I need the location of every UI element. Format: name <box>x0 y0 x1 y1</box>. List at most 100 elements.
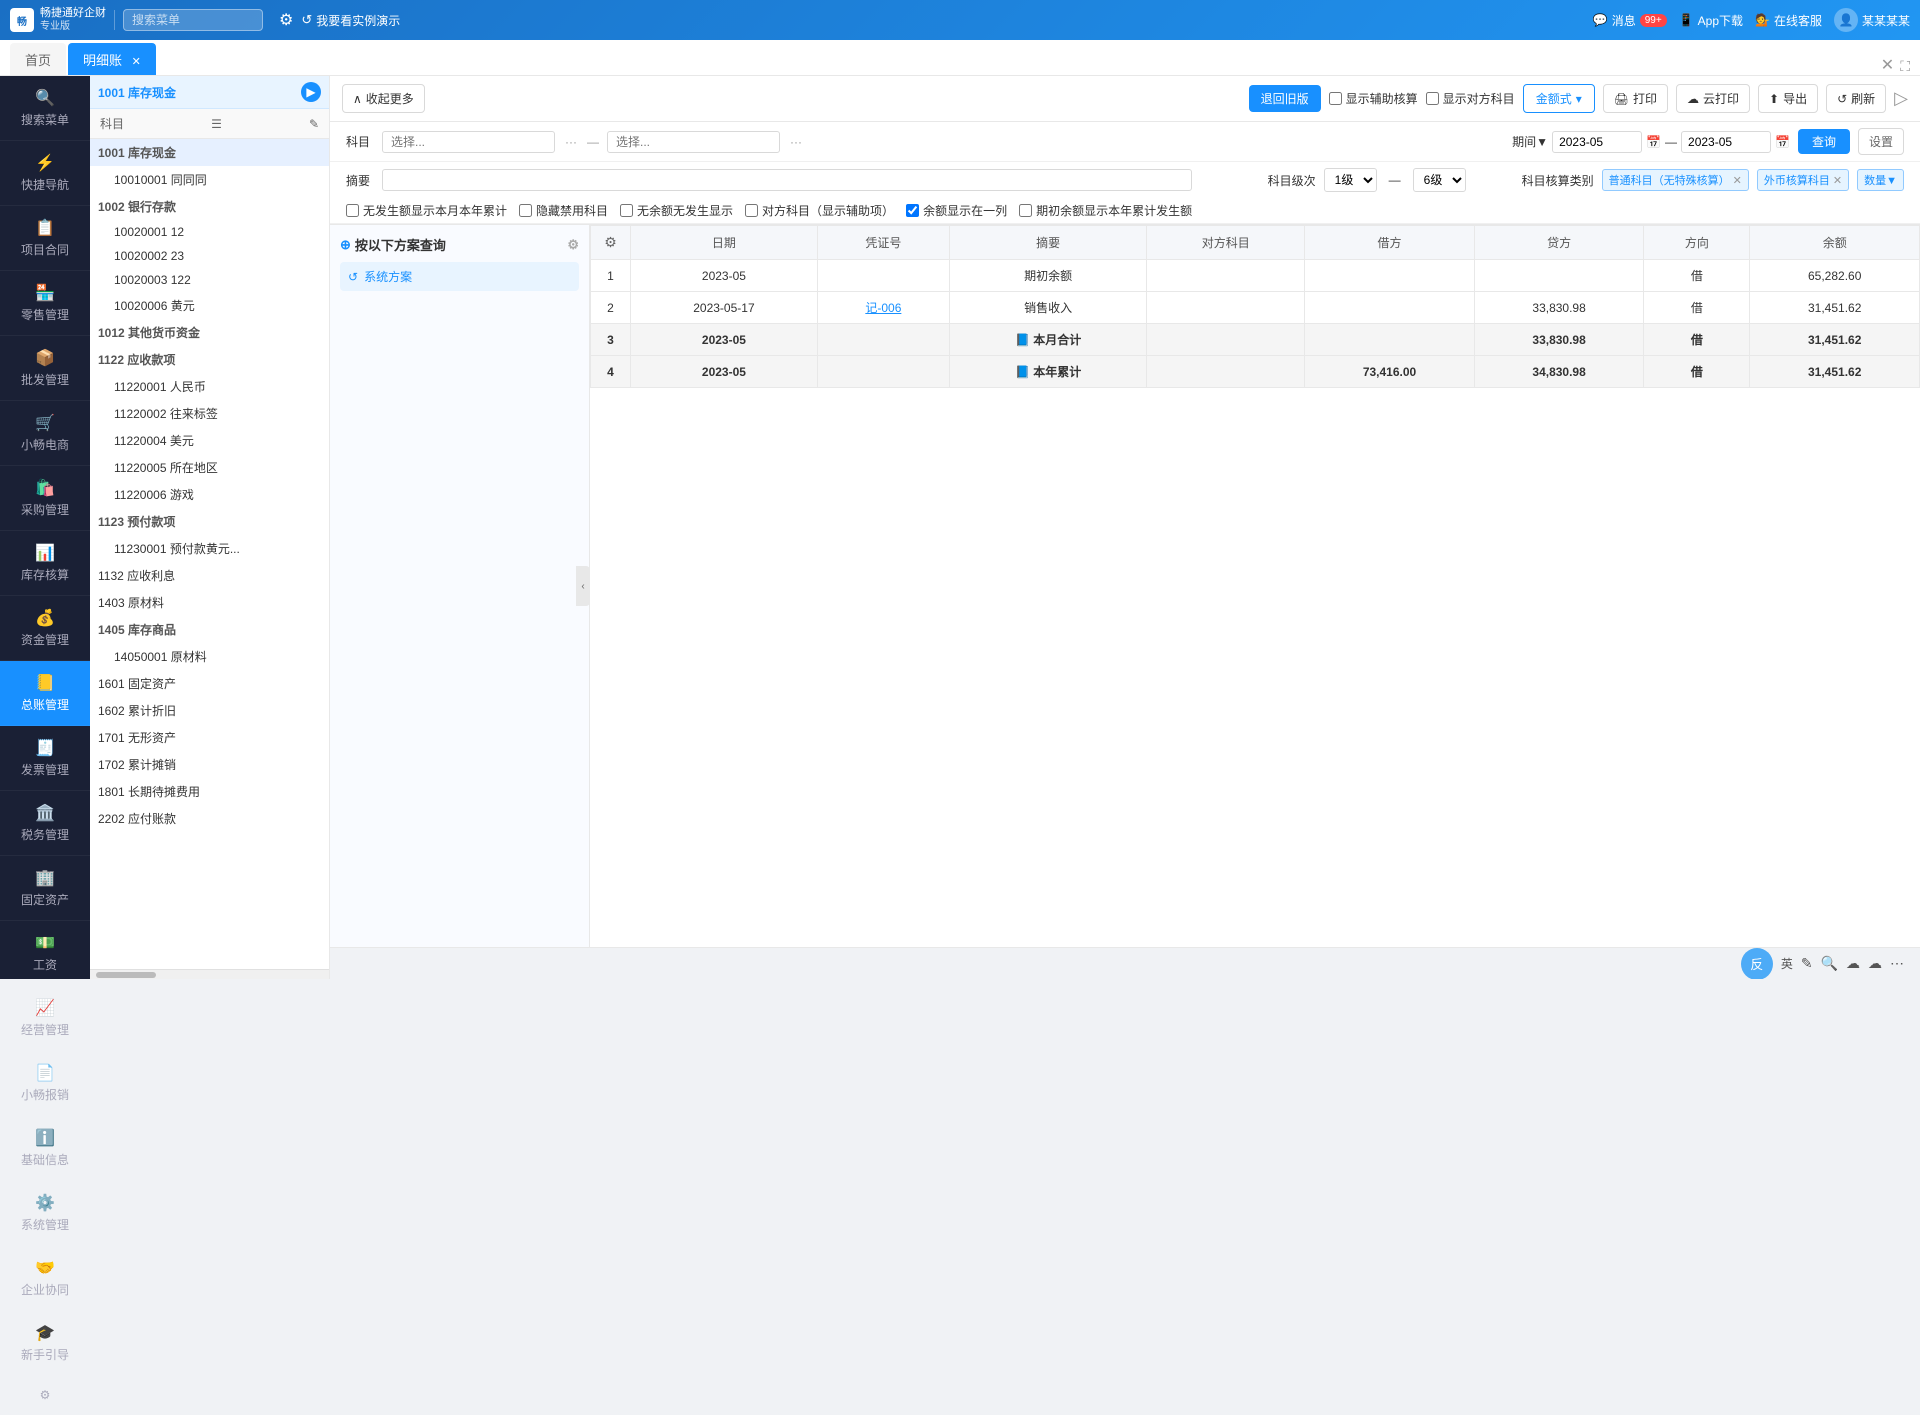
sidebar-item-search-menu[interactable]: 🔍 搜索菜单 <box>0 76 90 141</box>
export-btn[interactable]: ⬆ 导出 <box>1758 84 1818 113</box>
filter-subject-end-input[interactable] <box>607 131 780 153</box>
tree-item-11220005[interactable]: 11220005 所在地区 <box>90 454 329 481</box>
back-to-old-btn[interactable]: 退回旧版 <box>1249 85 1321 112</box>
sidebar-collapse-right-icon[interactable]: ▷ <box>1894 88 1908 109</box>
tree-item-1601[interactable]: 1601 固定资产 <box>90 670 329 697</box>
tree-item-1123[interactable]: 1123 预付款项 <box>90 508 329 535</box>
sidebar-item-operation[interactable]: 📈 经营管理 <box>0 986 90 1051</box>
tree-item-11220004[interactable]: 11220004 美元 <box>90 427 329 454</box>
horizontal-scrollbar[interactable] <box>90 969 329 979</box>
no-amount-show-checkbox[interactable]: 无发生额显示本月本年累计 <box>346 202 507 219</box>
subject-level-end-select[interactable]: 6级 <box>1413 168 1466 192</box>
sidebar-item-quick-nav[interactable]: ⚡ 快捷导航 <box>0 141 90 206</box>
sidebar-item-enterprise[interactable]: 🤝 企业协同 <box>0 1246 90 1311</box>
sidebar-item-capital[interactable]: 💰 资金管理 <box>0 596 90 661</box>
global-search-input[interactable] <box>123 9 263 31</box>
sidebar-item-salary[interactable]: 💵 工资 <box>0 921 90 986</box>
tree-item-1001[interactable]: 1001 库存现金 <box>90 139 329 166</box>
set-btn[interactable]: 设置 <box>1858 128 1904 155</box>
expand-more-btn[interactable]: ∧ 收起更多 <box>342 84 425 113</box>
gear-icon[interactable]: ⚙ <box>279 10 293 30</box>
filter-tag-forex-remove[interactable]: ✕ <box>1833 174 1842 187</box>
cloud-print-btn[interactable]: ☁ 云打印 <box>1676 84 1750 113</box>
opening-show-checkbox[interactable]: 期初余额显示本年累计发生额 <box>1019 202 1192 219</box>
lang-switch-btn[interactable]: 英 <box>1781 955 1793 972</box>
filter-tag-normal-remove[interactable]: ✕ <box>1733 174 1742 187</box>
tree-item-10020006[interactable]: 10020006 黄元 <box>90 292 329 319</box>
bottom-cloud-icon[interactable]: ☁ <box>1846 955 1860 972</box>
tree-item-1012[interactable]: 1012 其他货币资金 <box>90 319 329 346</box>
sidebar-item-inventory[interactable]: 📊 库存核算 <box>0 531 90 596</box>
balance-one-col-input[interactable] <box>906 204 919 217</box>
sidebar-item-ledger[interactable]: 📒 总账管理 <box>0 661 90 726</box>
bottom-more-icon[interactable]: ⋯ <box>1890 955 1904 972</box>
sidebar-item-fixed-assets[interactable]: 🏢 固定资产 <box>0 856 90 921</box>
online-service-btn[interactable]: 💁 在线客服 <box>1755 12 1822 29</box>
sidebar-item-project-contract[interactable]: 📋 项目合同 <box>0 206 90 271</box>
tree-item-2202[interactable]: 2202 应付账款 <box>90 805 329 832</box>
filter-subject-input[interactable] <box>382 131 555 153</box>
tree-item-1602[interactable]: 1602 累计折旧 <box>90 697 329 724</box>
tree-item-10020002[interactable]: 10020002 23 <box>90 244 329 268</box>
calendar-start-icon[interactable]: 📅 <box>1646 135 1661 149</box>
user-profile[interactable]: 👤 某某某某 <box>1834 8 1910 32</box>
period-end-input[interactable] <box>1681 131 1771 153</box>
tree-item-1801[interactable]: 1801 长期待摊费用 <box>90 778 329 805</box>
bottom-edit-icon[interactable]: ✎ <box>1801 955 1813 972</box>
sidebar-item-invoice[interactable]: 🧾 发票管理 <box>0 726 90 791</box>
tree-item-1702[interactable]: 1702 累计摊销 <box>90 751 329 778</box>
bottom-cloud2-icon[interactable]: ☁ <box>1868 955 1882 972</box>
period-label[interactable]: 期间▼ <box>1512 133 1548 150</box>
tab-home[interactable]: 首页 <box>10 43 66 75</box>
no-balance-show-input[interactable] <box>620 204 633 217</box>
hide-disabled-checkbox[interactable]: 隐藏禁用科目 <box>519 202 608 219</box>
sidebar-item-guide[interactable]: 🎓 新手引导 <box>0 1311 90 1376</box>
contra-show-checkbox[interactable]: 对方科目（显示辅助项） <box>745 202 894 219</box>
contra-show-input[interactable] <box>745 204 758 217</box>
subject-nav-arrow-btn[interactable]: ▶ <box>301 82 321 102</box>
table-gear-icon[interactable]: ⚙ <box>604 234 617 250</box>
sidebar-item-wholesale-mgmt[interactable]: 📦 批发管理 <box>0 336 90 401</box>
tree-item-14050001[interactable]: 14050001 原材料 <box>90 643 329 670</box>
demo-link[interactable]: ↺ 我要看实例演示 <box>301 12 400 29</box>
tree-item-10010001[interactable]: 10010001 同同同 <box>90 166 329 193</box>
tree-item-10020003[interactable]: 10020003 122 <box>90 268 329 292</box>
tree-item-1701[interactable]: 1701 无形资产 <box>90 724 329 751</box>
calendar-end-icon[interactable]: 📅 <box>1775 135 1790 149</box>
no-balance-show-checkbox[interactable]: 无余额无发生显示 <box>620 202 733 219</box>
query-panel-collapse-btn[interactable]: ‹ <box>576 566 590 606</box>
tree-item-1132[interactable]: 1132 应收利息 <box>90 562 329 589</box>
subject-level-start-select[interactable]: 1级 <box>1324 168 1377 192</box>
refresh-btn[interactable]: ↺ 刷新 <box>1826 84 1886 113</box>
query-scheme-item[interactable]: ↺ 系统方案 <box>340 262 579 291</box>
sidebar-item-ecom[interactable]: 🛒 小畅电商 <box>0 401 90 466</box>
message-btn[interactable]: 💬 消息 99+ <box>1593 12 1667 29</box>
sidebar-settings-btn[interactable]: ⚙ <box>0 1376 90 1415</box>
tree-item-11230001[interactable]: 11230001 预付款黄元... <box>90 535 329 562</box>
opening-show-input[interactable] <box>1019 204 1032 217</box>
tree-item-1403[interactable]: 1403 原材料 <box>90 589 329 616</box>
tree-item-1122[interactable]: 1122 应收款项 <box>90 346 329 373</box>
no-amount-show-input[interactable] <box>346 204 359 217</box>
balance-one-col-checkbox[interactable]: 余额显示在一列 <box>906 202 1007 219</box>
print-btn[interactable]: 🖨 打印 <box>1603 84 1668 113</box>
sidebar-item-purchase[interactable]: 🛍️ 采购管理 <box>0 466 90 531</box>
sidebar-item-report[interactable]: 📄 小畅报销 <box>0 1051 90 1116</box>
tree-item-11220006[interactable]: 11220006 游戏 <box>90 481 329 508</box>
query-panel-settings-icon[interactable]: ⚙ <box>567 237 579 253</box>
bottom-search-icon[interactable]: 🔍 <box>1821 955 1838 972</box>
period-start-input[interactable] <box>1552 131 1642 153</box>
hide-disabled-input[interactable] <box>519 204 532 217</box>
sidebar-item-tax[interactable]: 🏛️ 税务管理 <box>0 791 90 856</box>
sidebar-item-retail-mgmt[interactable]: 🏪 零售管理 <box>0 271 90 336</box>
filter-tag-quantity[interactable]: 数量▼ <box>1857 169 1904 191</box>
tree-item-11220002[interactable]: 11220002 往来标签 <box>90 400 329 427</box>
scrollbar-thumb[interactable] <box>96 972 156 978</box>
show-contra-subject-input[interactable] <box>1426 92 1439 105</box>
sidebar-item-system[interactable]: ⚙️ 系统管理 <box>0 1181 90 1246</box>
app-download-btn[interactable]: 📱 App下载 <box>1679 12 1743 29</box>
sidebar-item-basic-info[interactable]: ℹ️ 基础信息 <box>0 1116 90 1181</box>
tree-item-10020001[interactable]: 10020001 12 <box>90 220 329 244</box>
tree-item-11220001[interactable]: 11220001 人民币 <box>90 373 329 400</box>
filter-summary-input[interactable] <box>382 169 1192 191</box>
